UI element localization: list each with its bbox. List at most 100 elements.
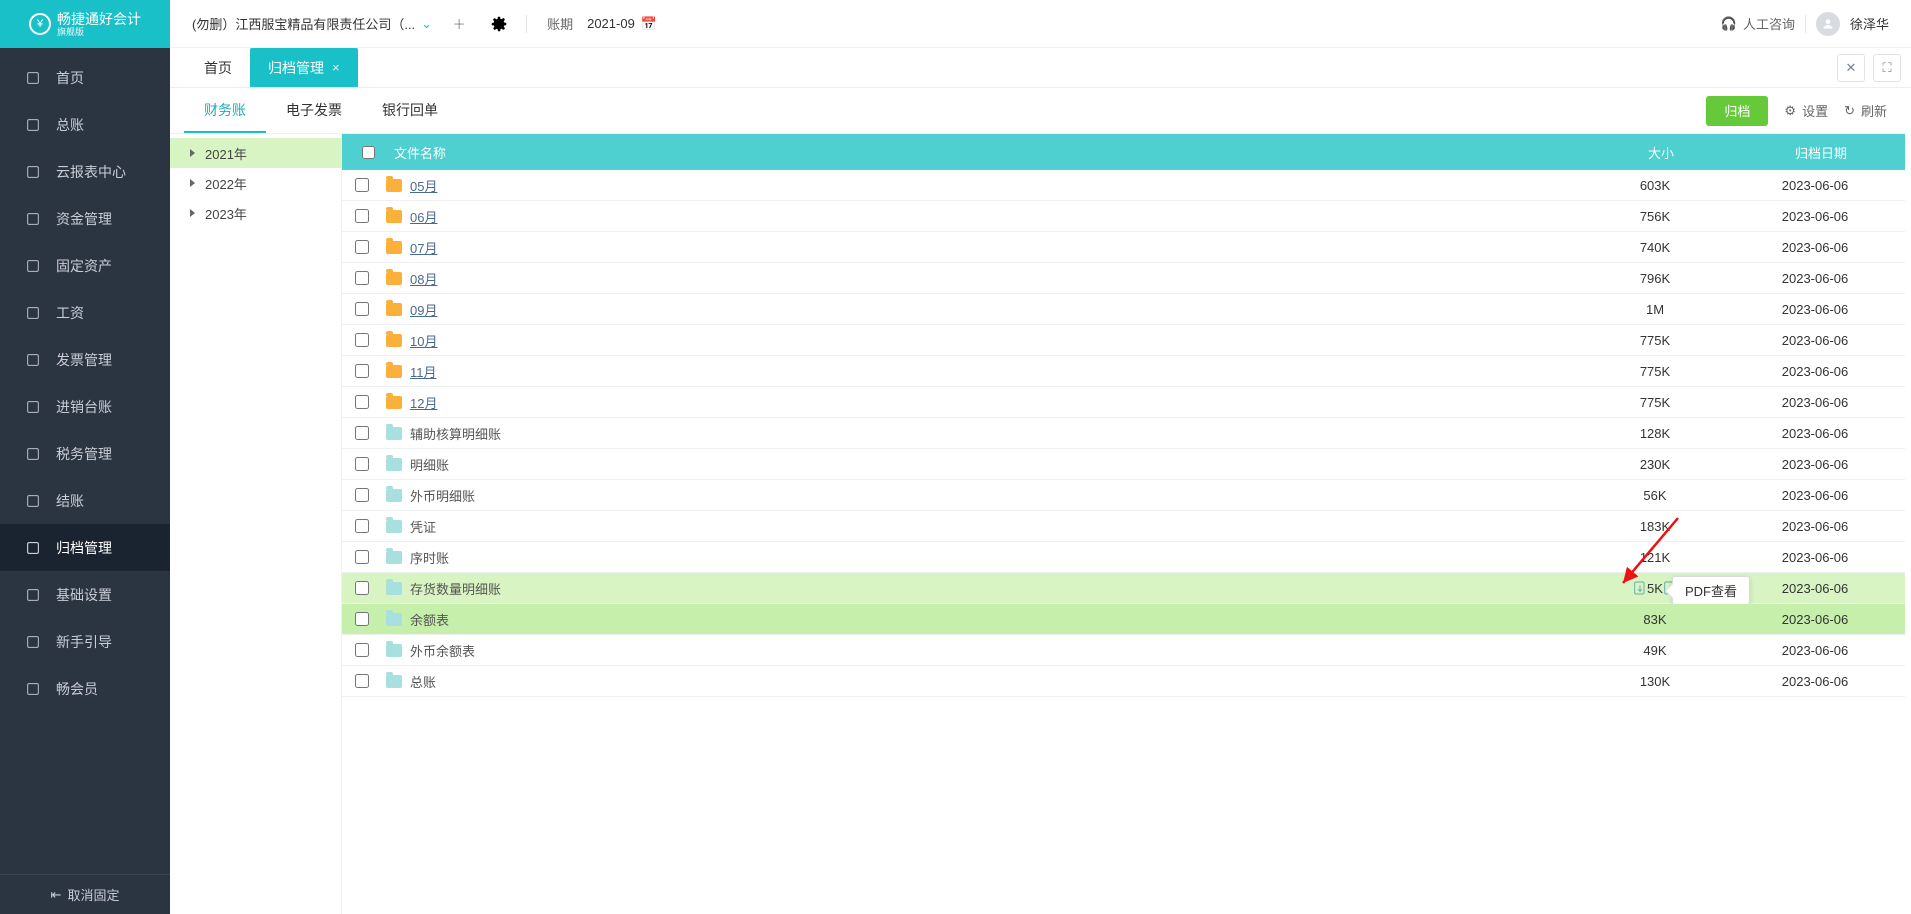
file-name: 存货数量明细账 <box>410 579 501 598</box>
file-name-link[interactable]: 12月 <box>410 393 437 412</box>
tree-year[interactable]: 2023年 <box>170 198 341 228</box>
subtab-银行回单[interactable]: 银行回单 <box>362 88 458 133</box>
tab-首页[interactable]: 首页 <box>186 48 250 87</box>
tree-year[interactable]: 2022年 <box>170 168 341 198</box>
file-size: 796K <box>1585 271 1725 286</box>
row-checkbox[interactable] <box>355 364 369 378</box>
sidebar-item-label: 结账 <box>56 491 84 511</box>
table-row[interactable]: 存货数量明细账5K2023-06-06PDF查看 <box>342 573 1905 604</box>
row-checkbox[interactable] <box>355 488 369 502</box>
archive-date: 2023-06-06 <box>1725 426 1905 441</box>
add-button[interactable]: ＋ <box>446 11 472 37</box>
row-checkbox[interactable] <box>355 643 369 657</box>
file-size: 128K <box>1585 426 1725 441</box>
table-row[interactable]: 07月740K2023-06-06 <box>342 232 1905 263</box>
row-checkbox[interactable] <box>355 333 369 347</box>
file-name-link[interactable]: 11月 <box>410 362 437 381</box>
caret-icon <box>190 209 195 217</box>
excel-download-icon[interactable] <box>1630 578 1650 598</box>
home-icon <box>24 69 42 87</box>
tree-year[interactable]: 2021年 <box>170 138 341 168</box>
row-checkbox[interactable] <box>355 612 369 626</box>
username[interactable]: 徐泽华 <box>1850 14 1889 33</box>
settings-button[interactable]: ⚙ 设置 <box>1784 101 1828 120</box>
subtab-电子发票[interactable]: 电子发票 <box>266 88 362 133</box>
row-checkbox[interactable] <box>355 240 369 254</box>
table-row[interactable]: 外币明细账56K2023-06-06 <box>342 480 1905 511</box>
file-size: 775K <box>1585 395 1725 410</box>
table-row[interactable]: 09月1M2023-06-06 <box>342 294 1905 325</box>
row-checkbox[interactable] <box>355 457 369 471</box>
table-row[interactable]: 06月756K2023-06-06 <box>342 201 1905 232</box>
sidebar-item-wallet[interactable]: 资金管理 <box>0 195 170 242</box>
archive-date: 2023-06-06 <box>1725 674 1905 689</box>
brand: ¥ 畅捷通好会计 旗舰版 <box>0 0 170 48</box>
row-checkbox[interactable] <box>355 209 369 223</box>
sidebar-item-tax[interactable]: 税务管理 <box>0 430 170 477</box>
sidebar-item-payroll[interactable]: 工资 <box>0 289 170 336</box>
settings-label: 设置 <box>1802 101 1828 120</box>
folder-icon <box>386 303 402 316</box>
table-row[interactable]: 明细账230K2023-06-06 <box>342 449 1905 480</box>
sidebar-item-close-book[interactable]: 结账 <box>0 477 170 524</box>
file-name-link[interactable]: 08月 <box>410 269 437 288</box>
tab-归档管理[interactable]: 归档管理× <box>250 48 358 87</box>
sidebar-item-home[interactable]: 首页 <box>0 54 170 101</box>
table-row[interactable]: 外币余额表49K2023-06-06 <box>342 635 1905 666</box>
table-row[interactable]: 总账130K2023-06-06 <box>342 666 1905 697</box>
col-size[interactable]: 大小 <box>1585 143 1725 162</box>
sidebar-item-ledger[interactable]: 总账 <box>0 101 170 148</box>
archive-button[interactable]: 归档 <box>1706 96 1768 126</box>
col-name[interactable]: 文件名称 <box>382 143 1585 162</box>
select-all-checkbox[interactable] <box>362 146 375 159</box>
close-icon[interactable]: × <box>332 60 340 75</box>
row-checkbox[interactable] <box>355 581 369 595</box>
file-icon <box>386 551 402 564</box>
sidebar-item-settings[interactable]: 基础设置 <box>0 571 170 618</box>
row-checkbox[interactable] <box>355 674 369 688</box>
sidebar-item-archive[interactable]: 归档管理 <box>0 524 170 571</box>
file-name-link[interactable]: 06月 <box>410 207 437 226</box>
col-date[interactable]: 归档日期 <box>1725 143 1905 162</box>
row-checkbox[interactable] <box>355 395 369 409</box>
unpin-button[interactable]: ⇤ 取消固定 <box>0 874 170 914</box>
support-button[interactable]: 🎧 人工咨询 <box>1721 14 1795 33</box>
row-checkbox[interactable] <box>355 271 369 285</box>
row-checkbox[interactable] <box>355 519 369 533</box>
table-row[interactable]: 10月775K2023-06-06 <box>342 325 1905 356</box>
sidebar-item-guide[interactable]: 新手引导 <box>0 618 170 665</box>
table-row[interactable]: 08月796K2023-06-06 <box>342 263 1905 294</box>
sidebar-item-inventory[interactable]: 进销台账 <box>0 383 170 430</box>
row-checkbox[interactable] <box>355 550 369 564</box>
row-checkbox[interactable] <box>355 426 369 440</box>
file-name: 余额表 <box>410 610 449 629</box>
table-row[interactable]: 辅助核算明细账128K2023-06-06 <box>342 418 1905 449</box>
file-name-link[interactable]: 10月 <box>410 331 437 350</box>
table-row[interactable]: 序时账121K2023-06-06 <box>342 542 1905 573</box>
table-row[interactable]: 余额表83K2023-06-06 <box>342 604 1905 635</box>
file-name-link[interactable]: 07月 <box>410 238 437 257</box>
close-all-button[interactable]: ✕ <box>1837 54 1865 82</box>
company-selector[interactable]: (勿删）江西服宝精品有限责任公司（... ⌄ <box>192 14 432 33</box>
divider <box>1805 15 1806 33</box>
sidebar-item-member[interactable]: 畅会员 <box>0 665 170 712</box>
file-name-link[interactable]: 09月 <box>410 300 437 319</box>
gear-icon[interactable] <box>486 11 512 37</box>
sidebar-item-invoice[interactable]: 发票管理 <box>0 336 170 383</box>
row-checkbox[interactable] <box>355 302 369 316</box>
table-row[interactable]: 12月775K2023-06-06 <box>342 387 1905 418</box>
avatar[interactable] <box>1816 12 1840 36</box>
sidebar-item-asset[interactable]: 固定资产 <box>0 242 170 289</box>
row-checkbox[interactable] <box>355 178 369 192</box>
table-row[interactable]: 凭证183K2023-06-06 <box>342 511 1905 542</box>
pin-icon: ⇤ <box>51 887 62 903</box>
table-row[interactable]: 05月603K2023-06-06 <box>342 170 1905 201</box>
fullscreen-button[interactable]: ⛶ <box>1873 54 1901 82</box>
subtab-财务账[interactable]: 财务账 <box>184 88 266 133</box>
period-picker[interactable]: 2021-09 📅 <box>587 16 657 32</box>
file-name-link[interactable]: 05月 <box>410 176 437 195</box>
table-row[interactable]: 11月775K2023-06-06 <box>342 356 1905 387</box>
sidebar-item-chart[interactable]: 云报表中心 <box>0 148 170 195</box>
refresh-button[interactable]: ↻ 刷新 <box>1844 101 1887 120</box>
file-icon <box>386 613 402 626</box>
